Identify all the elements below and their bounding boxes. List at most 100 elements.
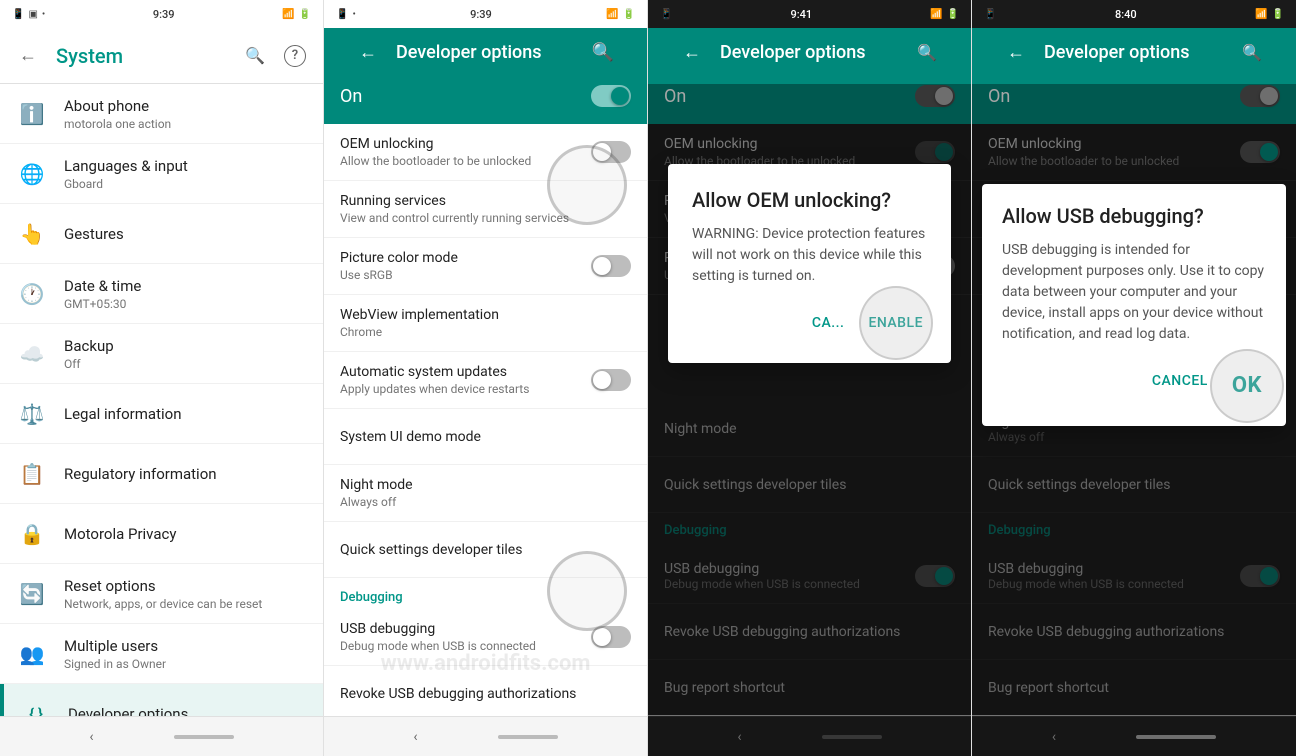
notif-4: 📱	[984, 9, 996, 20]
status-bar-3: 📱 9:41 📶 🔋	[648, 0, 971, 28]
search-button-4[interactable]: 🔍	[1240, 40, 1264, 64]
legal-icon: ⚖️	[16, 398, 48, 430]
search-button-3[interactable]: 🔍	[915, 40, 939, 64]
night-sub: Always off	[340, 495, 413, 509]
settings-item-gestures[interactable]: 👆 Gestures	[0, 204, 323, 264]
gestures-title: Gestures	[64, 225, 307, 243]
settings-item-regulatory[interactable]: 📋 Regulatory information	[0, 444, 323, 504]
help-button-1[interactable]	[283, 44, 307, 68]
about-title: About phone	[64, 97, 307, 115]
usb-cancel-button[interactable]: Cancel	[1148, 365, 1212, 406]
dev-item-ui-demo[interactable]: System UI demo mode	[324, 409, 647, 465]
panel-usb-dialog: 📱 8:40 📶 🔋 Developer options 🔍 On OEM un…	[972, 0, 1296, 756]
settings-list: ℹ️ About phone motorola one action 🌐 Lan…	[0, 84, 323, 716]
dev-item-oem[interactable]: OEM unlocking Allow the bootloader to be…	[324, 124, 647, 181]
settings-item-legal[interactable]: ⚖️ Legal information	[0, 384, 323, 444]
backup-sub: Off	[64, 357, 307, 371]
app-title-3: Developer options	[720, 42, 899, 63]
usb-toggle[interactable]	[591, 626, 631, 648]
settings-item-developer[interactable]: { } Developer options	[0, 684, 323, 716]
color-toggle[interactable]	[591, 255, 631, 277]
autoupdate-toggle[interactable]	[591, 369, 631, 391]
settings-item-privacy[interactable]: 🔒 Motorola Privacy	[0, 504, 323, 564]
nav-bar-2: ‹	[324, 716, 647, 756]
search-button-1[interactable]	[243, 44, 267, 68]
nav-pill-1	[174, 735, 234, 739]
oem-enable-button[interactable]: Enable	[864, 307, 927, 339]
nav-bar-1: ‹	[0, 716, 323, 756]
dev-item-qstiles[interactable]: Quick settings developer tiles	[324, 522, 647, 578]
developer-on-row: On	[340, 76, 631, 124]
app-title-1: System	[56, 44, 227, 68]
back-button-1[interactable]	[16, 44, 40, 68]
settings-item-backup[interactable]: ☁️ Backup Off	[0, 324, 323, 384]
oem-dialog: Allow OEM unlocking? WARNING: Device pro…	[668, 164, 951, 363]
revoke-title: Revoke USB debugging authorizations	[340, 686, 576, 702]
settings-item-about[interactable]: ℹ️ About phone motorola one action	[0, 84, 323, 144]
status-bar-1: 📱 ▣ • 9:39 📶 🔋	[0, 0, 323, 28]
nav-back-2[interactable]: ‹	[413, 729, 417, 745]
usb-ok-button[interactable]: OK	[1228, 365, 1266, 406]
notification-icon: 📱	[12, 9, 24, 20]
dev-item-running[interactable]: Running services View and control curren…	[324, 181, 647, 238]
dev-item-revoke[interactable]: Revoke USB debugging authorizations	[324, 666, 647, 716]
time-display-1: 9:39	[153, 8, 175, 21]
dev-item-autoupdate[interactable]: Automatic system updates Apply updates w…	[324, 352, 647, 409]
developer-title: Developer options	[68, 705, 307, 717]
wifi-4: 📶	[1255, 9, 1267, 20]
uidemo-title: System UI demo mode	[340, 429, 481, 445]
about-icon: ℹ️	[16, 98, 48, 130]
settings-item-reset[interactable]: 🔄 Reset options Network, apps, or device…	[0, 564, 323, 624]
reset-title: Reset options	[64, 577, 307, 595]
oem-toggle[interactable]	[591, 141, 631, 163]
nav-back-1[interactable]: ‹	[89, 729, 93, 745]
color-sub: Use sRGB	[340, 268, 458, 282]
dot-2: •	[352, 9, 355, 20]
back-button-4[interactable]	[1004, 40, 1028, 64]
languages-sub: Gboard	[64, 177, 307, 191]
app-title-2: Developer options	[396, 42, 575, 63]
oem-sub: Allow the bootloader to be unlocked	[340, 154, 531, 168]
dev-item-webview[interactable]: WebView implementation Chrome	[324, 295, 647, 352]
wifi-icon-1: 📶	[282, 9, 294, 20]
autoupdate-title: Automatic system updates	[340, 364, 529, 380]
developer-on-toggle[interactable]	[591, 85, 631, 107]
developer-icon: { }	[20, 698, 52, 717]
developer-list: OEM unlocking Allow the bootloader to be…	[324, 124, 647, 716]
oem-title: OEM unlocking	[340, 136, 531, 152]
settings-item-datetime[interactable]: 🕐 Date & time GMT+05:30	[0, 264, 323, 324]
oem-cancel-button[interactable]: Ca...	[808, 307, 849, 339]
app-title-4: Developer options	[1044, 42, 1224, 63]
usb-dialog-body: USB debugging is intended for developmen…	[1002, 240, 1266, 345]
gestures-icon: 👆	[16, 218, 48, 250]
privacy-title: Motorola Privacy	[64, 525, 307, 543]
settings-item-languages[interactable]: 🌐 Languages & input Gboard	[0, 144, 323, 204]
app-bar-1: System	[0, 28, 323, 84]
oem-dialog-body: WARNING: Device protection features will…	[692, 224, 927, 287]
time-display-4: 8:40	[1115, 8, 1137, 21]
webview-title: WebView implementation	[340, 307, 499, 323]
oem-dialog-title: Allow OEM unlocking?	[692, 188, 927, 212]
status-bar-4: 📱 8:40 📶 🔋	[972, 0, 1296, 28]
color-title: Picture color mode	[340, 250, 458, 266]
running-title: Running services	[340, 193, 569, 209]
users-title: Multiple users	[64, 637, 307, 655]
dev-item-night[interactable]: Night mode Always off	[324, 465, 647, 522]
reset-icon: 🔄	[16, 578, 48, 610]
privacy-icon: 🔒	[16, 518, 48, 550]
regulatory-icon: 📋	[16, 458, 48, 490]
languages-title: Languages & input	[64, 157, 307, 175]
usb-dialog-overlay: Allow USB debugging? USB debugging is in…	[972, 84, 1296, 756]
qstiles-title: Quick settings developer tiles	[340, 542, 522, 558]
settings-item-users[interactable]: 👥 Multiple users Signed in as Owner	[0, 624, 323, 684]
usb-dialog: Allow USB debugging? USB debugging is in…	[982, 184, 1286, 426]
panel-system-settings: 📱 ▣ • 9:39 📶 🔋 System ℹ️ About phone mot…	[0, 0, 324, 756]
battery-2: 🔋	[623, 9, 635, 20]
search-button-2[interactable]: 🔍	[591, 40, 615, 64]
dev-item-color[interactable]: Picture color mode Use sRGB	[324, 238, 647, 295]
back-button-3[interactable]	[680, 40, 704, 64]
dev-item-usb[interactable]: USB debugging Debug mode when USB is con…	[324, 609, 647, 666]
running-sub: View and control currently running servi…	[340, 211, 569, 225]
back-button-2[interactable]	[356, 40, 380, 64]
panel-developer-options: 📱 • 9:39 📶 🔋 Developer options 🔍 On OEM …	[324, 0, 648, 756]
